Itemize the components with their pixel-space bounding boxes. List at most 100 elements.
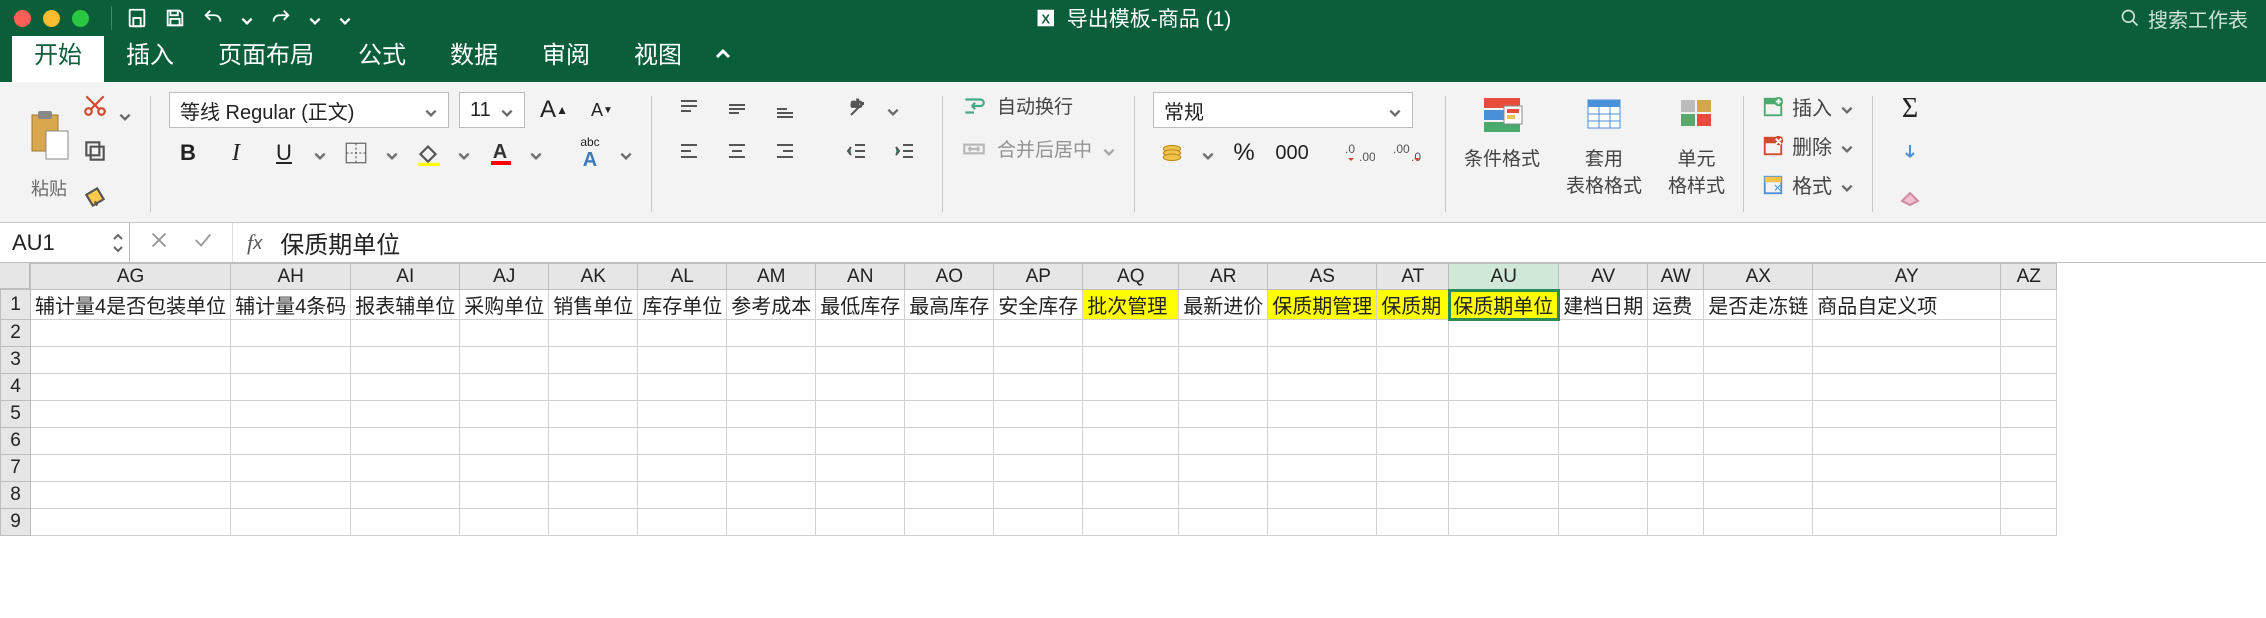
cell-AL7[interactable] — [638, 455, 727, 482]
row-header-8[interactable]: 8 — [1, 482, 31, 509]
cell-AQ4[interactable] — [1083, 374, 1179, 401]
align-top-icon[interactable] — [670, 92, 708, 126]
cell-AQ8[interactable] — [1083, 482, 1179, 509]
column-header-AQ[interactable]: AQ — [1083, 264, 1179, 290]
row-header-6[interactable]: 6 — [1, 428, 31, 455]
undo-icon[interactable] — [202, 7, 224, 29]
wrap-text-button[interactable]: 自动换行 — [961, 92, 1116, 119]
cell-AX9[interactable] — [1704, 509, 1813, 536]
cell-AK7[interactable] — [549, 455, 638, 482]
cell-AM3[interactable] — [727, 347, 816, 374]
column-header-AZ[interactable]: AZ — [2001, 264, 2057, 290]
cell-AG3[interactable] — [31, 347, 231, 374]
cell-AS6[interactable] — [1268, 428, 1377, 455]
column-header-AR[interactable]: AR — [1179, 264, 1268, 290]
cell-AY7[interactable] — [1813, 455, 2001, 482]
cell-AO1[interactable]: 最高库存 — [905, 290, 994, 320]
cell-AY9[interactable] — [1813, 509, 2001, 536]
merge-center-button[interactable]: 合并后居中 — [961, 135, 1116, 162]
cell-AG8[interactable] — [31, 482, 231, 509]
cell-AN6[interactable] — [816, 428, 905, 455]
orientation-dropdown[interactable] — [886, 102, 900, 116]
cell-AI3[interactable] — [351, 347, 460, 374]
cell-AT3[interactable] — [1377, 347, 1449, 374]
cell-AX4[interactable] — [1704, 374, 1813, 401]
cell-AM1[interactable]: 参考成本 — [727, 290, 816, 320]
column-header-AY[interactable]: AY — [1813, 264, 2001, 290]
decrease-indent-icon[interactable] — [838, 134, 876, 168]
cell-AQ5[interactable] — [1083, 401, 1179, 428]
cell-AH1[interactable]: 辅计量4条码 — [231, 290, 351, 320]
cell-AL1[interactable]: 库存单位 — [638, 290, 727, 320]
cell-AO8[interactable] — [905, 482, 994, 509]
align-middle-icon[interactable] — [718, 92, 756, 126]
cell-AN4[interactable] — [816, 374, 905, 401]
cell-AP6[interactable] — [994, 428, 1083, 455]
cell-AJ1[interactable]: 采购单位 — [460, 290, 549, 320]
row-header-2[interactable]: 2 — [1, 320, 31, 347]
cell-AO9[interactable] — [905, 509, 994, 536]
spreadsheet-grid[interactable]: AGAHAIAJAKALAMANAOAPAQARASATAUAVAWAXAYAZ… — [0, 263, 2266, 536]
cell-AZ5[interactable] — [2001, 401, 2057, 428]
cell-AZ4[interactable] — [2001, 374, 2057, 401]
cell-AZ3[interactable] — [2001, 347, 2057, 374]
delete-cells-button[interactable]: 删除 — [1762, 131, 1854, 160]
cell-AI9[interactable] — [351, 509, 460, 536]
bold-button[interactable]: B — [169, 136, 207, 170]
search-box[interactable]: 搜索工作表 — [2120, 4, 2266, 33]
formula-content[interactable]: 保质期单位 — [276, 223, 2266, 262]
qat-customize-icon[interactable] — [338, 11, 352, 25]
cell-AQ2[interactable] — [1083, 320, 1179, 347]
row-header-7[interactable]: 7 — [1, 455, 31, 482]
cell-AI5[interactable] — [351, 401, 460, 428]
cell-AV4[interactable] — [1559, 374, 1648, 401]
cell-AU4[interactable] — [1449, 374, 1559, 401]
cell-AJ3[interactable] — [460, 347, 549, 374]
clear-icon[interactable] — [1891, 180, 1929, 214]
cell-AP8[interactable] — [994, 482, 1083, 509]
cell-AU7[interactable] — [1449, 455, 1559, 482]
cell-AN3[interactable] — [816, 347, 905, 374]
align-right-icon[interactable] — [766, 134, 804, 168]
font-color-icon[interactable]: A — [481, 136, 519, 170]
row-header-9[interactable]: 9 — [1, 509, 31, 536]
cell-AH4[interactable] — [231, 374, 351, 401]
cell-AM7[interactable] — [727, 455, 816, 482]
cell-AW5[interactable] — [1648, 401, 1704, 428]
format-cells-button[interactable]: 格式 — [1762, 170, 1854, 199]
cell-AW3[interactable] — [1648, 347, 1704, 374]
cell-AT9[interactable] — [1377, 509, 1449, 536]
cell-AW6[interactable] — [1648, 428, 1704, 455]
cell-AH6[interactable] — [231, 428, 351, 455]
underline-button[interactable]: U — [265, 136, 303, 170]
cell-AX6[interactable] — [1704, 428, 1813, 455]
decrease-font-icon[interactable]: A▼ — [583, 93, 621, 127]
cell-AH9[interactable] — [231, 509, 351, 536]
cell-AN2[interactable] — [816, 320, 905, 347]
cell-AK5[interactable] — [549, 401, 638, 428]
cell-AV5[interactable] — [1559, 401, 1648, 428]
column-header-AL[interactable]: AL — [638, 264, 727, 290]
cell-AU1[interactable]: 保质期单位 — [1449, 290, 1559, 320]
cell-AT8[interactable] — [1377, 482, 1449, 509]
cell-AG5[interactable] — [31, 401, 231, 428]
redo-icon[interactable] — [270, 7, 292, 29]
cell-AR7[interactable] — [1179, 455, 1268, 482]
paste-dropdown[interactable] — [118, 107, 132, 121]
column-header-AK[interactable]: AK — [549, 264, 638, 290]
fill-color-dropdown[interactable] — [457, 146, 471, 160]
column-header-AJ[interactable]: AJ — [460, 264, 549, 290]
cell-AL8[interactable] — [638, 482, 727, 509]
cell-AI8[interactable] — [351, 482, 460, 509]
cell-AO7[interactable] — [905, 455, 994, 482]
align-left-icon[interactable] — [670, 134, 708, 168]
cell-AZ6[interactable] — [2001, 428, 2057, 455]
cell-AY6[interactable] — [1813, 428, 2001, 455]
row-header-4[interactable]: 4 — [1, 374, 31, 401]
cell-AS8[interactable] — [1268, 482, 1377, 509]
cell-AW8[interactable] — [1648, 482, 1704, 509]
name-box-stepper[interactable] — [111, 231, 125, 255]
column-header-AV[interactable]: AV — [1559, 264, 1648, 290]
cell-AT1[interactable]: 保质期 — [1377, 290, 1449, 320]
cell-AK6[interactable] — [549, 428, 638, 455]
